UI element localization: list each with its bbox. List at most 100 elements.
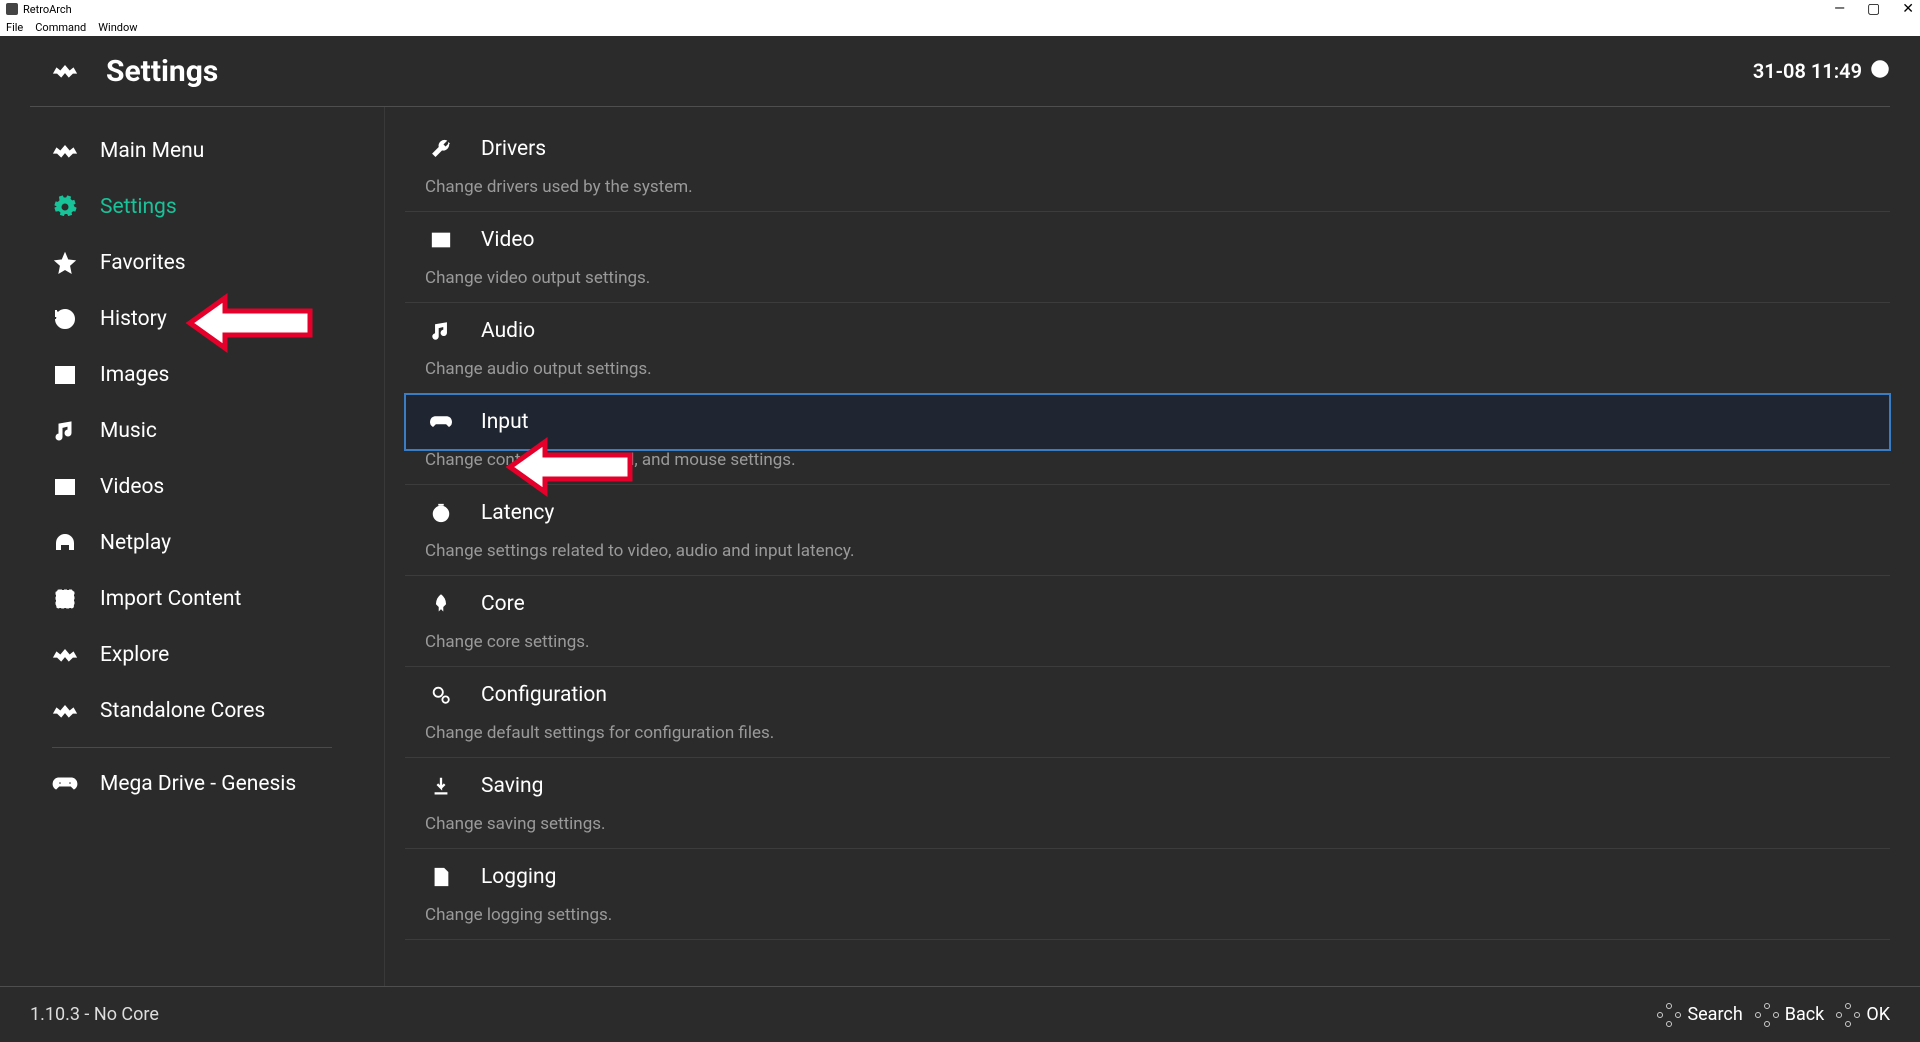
close-button[interactable]: ✕ — [1902, 1, 1914, 17]
doc-icon — [429, 865, 453, 889]
clock-icon — [429, 501, 453, 525]
row-desc: Change default settings for configuratio… — [405, 723, 1890, 757]
sidebar-item-main-menu[interactable]: Main Menu — [52, 123, 354, 179]
maximize-button[interactable]: ▢ — [1867, 1, 1880, 17]
minimize-button[interactable]: — — [1834, 1, 1845, 17]
rocket-icon — [429, 592, 453, 616]
row-label: Latency — [481, 501, 554, 525]
window-title: RetroArch — [23, 3, 72, 16]
retroarch-icon — [52, 58, 78, 84]
plus-box-icon — [52, 586, 78, 612]
settings-row-audio[interactable]: Audio Change audio output settings. — [405, 303, 1890, 394]
sidebar-item-explore[interactable]: Explore — [52, 627, 354, 683]
row-label: Saving — [481, 774, 543, 798]
sidebar-divider — [52, 747, 332, 748]
row-label: Logging — [481, 865, 556, 889]
sidebar-item-label: History — [100, 307, 167, 331]
row-label: Drivers — [481, 137, 546, 161]
sidebar-item-label: Main Menu — [100, 139, 204, 163]
sidebar-item-label: Explore — [100, 643, 169, 667]
hint-search: Search — [1659, 1004, 1742, 1025]
menubar: File Command Window — [0, 18, 1920, 36]
sidebar: Main Menu Settings Favorites History Ima… — [0, 107, 385, 986]
sidebar-item-label: Netplay — [100, 531, 171, 555]
sidebar-item-standalone-cores[interactable]: Standalone Cores — [52, 683, 354, 739]
row-desc: Change video output settings. — [405, 268, 1890, 302]
sidebar-item-videos[interactable]: Videos — [52, 459, 354, 515]
settings-row-configuration[interactable]: Configuration Change default settings fo… — [405, 667, 1890, 758]
row-desc: Change core settings. — [405, 632, 1890, 666]
sidebar-item-label: Music — [100, 419, 157, 443]
controller-icon — [429, 410, 453, 434]
image-icon — [52, 362, 78, 388]
sidebar-item-label: Videos — [100, 475, 164, 499]
menu-command[interactable]: Command — [35, 21, 86, 34]
settings-row-logging[interactable]: Logging Change logging settings. — [405, 849, 1890, 940]
sidebar-item-history[interactable]: History — [52, 291, 354, 347]
window-controls: — ▢ ✕ — [1834, 1, 1914, 17]
sidebar-item-label: Images — [100, 363, 169, 387]
sidebar-item-label: Import Content — [100, 587, 241, 611]
settings-row-core[interactable]: Core Change core settings. — [405, 576, 1890, 667]
sidebar-item-label: Favorites — [100, 251, 186, 275]
sidebar-item-label: Mega Drive - Genesis — [100, 772, 296, 796]
video-icon — [52, 474, 78, 500]
titlebar: RetroArch — ▢ ✕ — [0, 0, 1920, 18]
sidebar-item-label: Settings — [100, 195, 177, 219]
retroarch-icon — [52, 138, 78, 164]
settings-row-latency[interactable]: Latency Change settings related to video… — [405, 485, 1890, 576]
hint-back: Back — [1757, 1004, 1825, 1025]
music-icon — [429, 319, 453, 343]
settings-row-video[interactable]: Video Change video output settings. — [405, 212, 1890, 303]
music-icon — [52, 418, 78, 444]
dpad-icon — [1838, 1005, 1858, 1025]
row-label: Video — [481, 228, 534, 252]
sidebar-item-label: Standalone Cores — [100, 699, 265, 723]
settings-row-saving[interactable]: Saving Change saving settings. — [405, 758, 1890, 849]
sidebar-item-megadrive[interactable]: Mega Drive - Genesis — [52, 756, 354, 812]
dpad-icon — [1659, 1005, 1679, 1025]
sidebar-item-images[interactable]: Images — [52, 347, 354, 403]
menu-window[interactable]: Window — [98, 21, 137, 34]
history-icon — [52, 306, 78, 332]
row-label: Configuration — [481, 683, 607, 707]
row-label: Input — [481, 410, 529, 434]
settings-row-input[interactable]: Input Change controller, keyboard, and m… — [405, 394, 1890, 485]
download-icon — [429, 774, 453, 798]
retroarch-icon — [52, 642, 78, 668]
footer: 1.10.3 - No Core Search Back OK — [0, 986, 1920, 1042]
star-icon — [52, 250, 78, 276]
app-window-icon — [6, 3, 18, 15]
dpad-icon — [1757, 1005, 1777, 1025]
sidebar-item-settings[interactable]: Settings — [52, 179, 354, 235]
app: Settings 31-08 11:49 Main Menu Settings … — [0, 36, 1920, 1042]
sidebar-item-import[interactable]: Import Content — [52, 571, 354, 627]
datetime: 31-08 11:49 — [1753, 59, 1862, 83]
clock-icon — [1870, 59, 1890, 84]
film-icon — [429, 228, 453, 252]
wrench-icon — [429, 137, 453, 161]
row-label: Core — [481, 592, 525, 616]
version-text: 1.10.3 - No Core — [30, 1004, 159, 1025]
cogs-icon — [429, 683, 453, 707]
gear-icon — [52, 194, 78, 220]
row-desc: Change audio output settings. — [405, 359, 1890, 393]
header: Settings 31-08 11:49 — [0, 36, 1920, 106]
retroarch-icon — [52, 698, 78, 724]
sidebar-item-music[interactable]: Music — [52, 403, 354, 459]
row-label: Audio — [481, 319, 535, 343]
settings-row-drivers[interactable]: Drivers Change drivers used by the syste… — [405, 121, 1890, 212]
sidebar-item-favorites[interactable]: Favorites — [52, 235, 354, 291]
row-desc: Change controller, keyboard, and mouse s… — [405, 450, 1890, 484]
settings-list: Drivers Change drivers used by the syste… — [385, 107, 1920, 986]
page-title: Settings — [106, 54, 218, 89]
row-desc: Change drivers used by the system. — [405, 177, 1890, 211]
controller-icon — [52, 771, 78, 797]
row-desc: Change saving settings. — [405, 814, 1890, 848]
headset-icon — [52, 530, 78, 556]
hint-ok: OK — [1838, 1004, 1890, 1025]
menu-file[interactable]: File — [6, 21, 23, 34]
row-desc: Change logging settings. — [405, 905, 1890, 939]
sidebar-item-netplay[interactable]: Netplay — [52, 515, 354, 571]
row-desc: Change settings related to video, audio … — [405, 541, 1890, 575]
